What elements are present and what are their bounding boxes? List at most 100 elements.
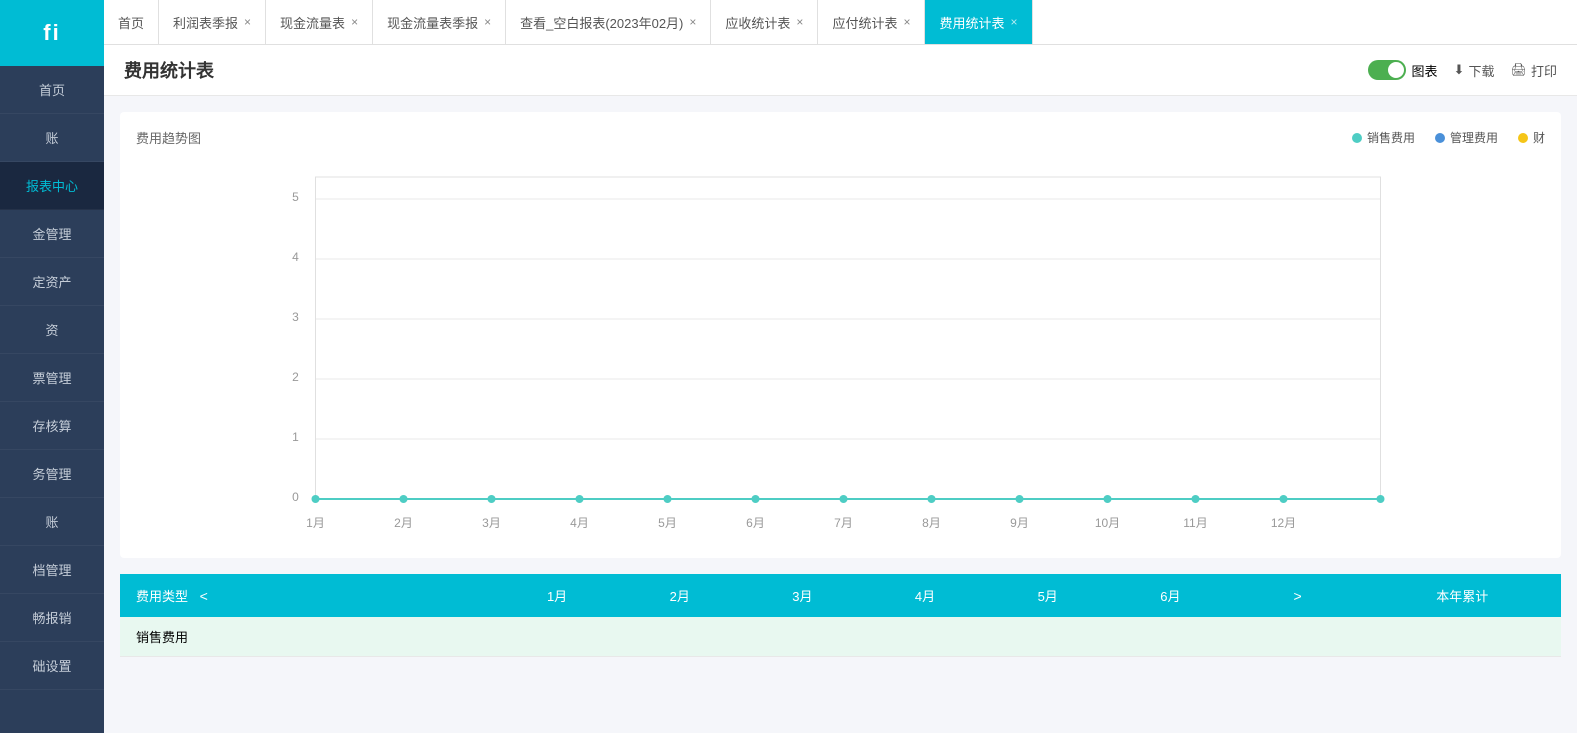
col-header-type: 费用类型 <: [120, 574, 496, 617]
print-button[interactable]: 🖨 打印: [1510, 61, 1557, 80]
sidebar-item-archive[interactable]: 档管理: [0, 546, 104, 594]
prev-arrow[interactable]: <: [192, 588, 216, 604]
chart-toggle-label: 图表: [1412, 61, 1438, 80]
download-label: 下载: [1468, 61, 1494, 80]
row-m2-sales: [618, 617, 741, 657]
legend-label-sales: 销售费用: [1367, 129, 1415, 146]
chart-container: 5 4 3 2 1 0: [136, 159, 1545, 542]
sidebar-item-settings[interactable]: 础设置: [0, 642, 104, 690]
row-next-sales: [1232, 617, 1364, 657]
col-header-m3: 3月: [741, 574, 864, 617]
tab-expense-stats[interactable]: 费用统计表 ×: [925, 0, 1032, 44]
page-header: 费用统计表 图表 ⬇ 下载 🖨 打印: [104, 45, 1577, 96]
legend-label-mgmt: 管理费用: [1450, 129, 1498, 146]
svg-text:4月: 4月: [570, 516, 589, 530]
tab-close-cashflow[interactable]: ×: [351, 15, 358, 29]
print-icon: 🖨: [1510, 62, 1527, 78]
legend-dot-mgmt: [1435, 133, 1445, 143]
tab-blank-report[interactable]: 查看_空白报表(2023年02月) ×: [506, 0, 711, 44]
svg-text:7月: 7月: [834, 516, 853, 530]
header-actions: 图表 ⬇ 下载 🖨 打印: [1368, 60, 1557, 80]
row-m1-sales: [496, 617, 619, 657]
sidebar-item-account[interactable]: 账: [0, 114, 104, 162]
svg-text:3月: 3月: [482, 516, 501, 530]
svg-text:5: 5: [292, 190, 299, 204]
chart-legend: 销售费用 管理费用 财: [1352, 129, 1545, 146]
tab-bar: 首页 利润表季报 × 现金流量表 × 现金流量表季报 × 查看_空白报表(202…: [104, 0, 1577, 45]
svg-text:2月: 2月: [394, 516, 413, 530]
svg-text:6月: 6月: [746, 516, 765, 530]
legend-mgmt: 管理费用: [1435, 129, 1498, 146]
table-section: 费用类型 < 1月 2月 3月 4月 5月 6月 > 本年累计: [120, 574, 1561, 657]
tab-profit-quarterly[interactable]: 利润表季报 ×: [159, 0, 266, 44]
chart-toggle-wrap: 图表: [1368, 60, 1438, 80]
table-header-row: 费用类型 < 1月 2月 3月 4月 5月 6月 > 本年累计: [120, 574, 1561, 617]
col-header-ytd: 本年累计: [1364, 574, 1561, 617]
download-button[interactable]: ⬇ 下载: [1454, 61, 1495, 80]
page-title: 费用统计表: [124, 57, 214, 83]
legend-dot-sales: [1352, 133, 1362, 143]
tab-home[interactable]: 首页: [104, 0, 159, 44]
line-chart: 5 4 3 2 1 0: [136, 159, 1545, 539]
svg-text:5月: 5月: [658, 516, 677, 530]
col-header-m1: 1月: [496, 574, 619, 617]
svg-text:12月: 12月: [1271, 516, 1296, 530]
svg-text:3: 3: [292, 310, 299, 324]
chart-title: 费用趋势图: [136, 128, 201, 147]
row-m6-sales: [1109, 617, 1232, 657]
row-m4-sales: [864, 617, 987, 657]
row-m3-sales: [741, 617, 864, 657]
sidebar-item-invoice[interactable]: 票管理: [0, 354, 104, 402]
sidebar: fi 首页 账 报表中心 金管理 定资产 资 票管理 存核算 务管理 账 档管理…: [0, 0, 104, 733]
tab-close-cashflow-quarterly[interactable]: ×: [484, 15, 491, 29]
legend-sales: 销售费用: [1352, 129, 1415, 146]
svg-text:8月: 8月: [922, 516, 941, 530]
main-area: 首页 利润表季报 × 现金流量表 × 现金流量表季报 × 查看_空白报表(202…: [104, 0, 1577, 733]
tab-close-receivable[interactable]: ×: [796, 15, 803, 29]
tab-close-payable[interactable]: ×: [903, 15, 910, 29]
sidebar-item-expense[interactable]: 畅报销: [0, 594, 104, 642]
col-header-m6: 6月: [1109, 574, 1232, 617]
svg-text:4: 4: [292, 250, 299, 264]
tab-close-blank-report[interactable]: ×: [689, 15, 696, 29]
sidebar-item-fund-mgmt[interactable]: 金管理: [0, 210, 104, 258]
sidebar-item-ledger[interactable]: 账: [0, 498, 104, 546]
col-header-m5: 5月: [986, 574, 1109, 617]
next-arrow[interactable]: >: [1286, 588, 1310, 604]
tab-payable[interactable]: 应付统计表 ×: [818, 0, 925, 44]
svg-text:1: 1: [292, 430, 299, 444]
row-m5-sales: [986, 617, 1109, 657]
sidebar-item-business[interactable]: 务管理: [0, 450, 104, 498]
svg-text:11月: 11月: [1183, 516, 1207, 530]
col-header-next: >: [1232, 574, 1364, 617]
svg-text:0: 0: [292, 490, 299, 504]
tab-cashflow-quarterly[interactable]: 现金流量表季报 ×: [373, 0, 506, 44]
svg-text:1月: 1月: [306, 516, 325, 530]
download-icon: ⬇: [1454, 62, 1465, 78]
tab-close-expense-stats[interactable]: ×: [1010, 15, 1017, 29]
tab-receivable[interactable]: 应收统计表 ×: [711, 0, 818, 44]
sidebar-logo: fi: [0, 0, 104, 66]
col-header-m4: 4月: [864, 574, 987, 617]
svg-text:2: 2: [292, 370, 299, 384]
tab-close-profit-quarterly[interactable]: ×: [244, 15, 251, 29]
col-header-m2: 2月: [618, 574, 741, 617]
sidebar-item-home[interactable]: 首页: [0, 66, 104, 114]
chart-header: 费用趋势图 销售费用 管理费用 财: [136, 128, 1545, 147]
legend-dot-finance: [1518, 133, 1528, 143]
sidebar-item-fixed-assets[interactable]: 定资产: [0, 258, 104, 306]
row-ytd-sales: [1364, 617, 1561, 657]
tab-cashflow[interactable]: 现金流量表 ×: [266, 0, 373, 44]
svg-text:10月: 10月: [1095, 516, 1120, 530]
chart-section: 费用趋势图 销售费用 管理费用 财: [120, 112, 1561, 558]
print-label: 打印: [1531, 61, 1557, 80]
legend-label-finance: 财: [1533, 129, 1545, 146]
chart-toggle[interactable]: [1368, 60, 1406, 80]
table-row-sales: 销售费用: [120, 617, 1561, 657]
svg-text:9月: 9月: [1010, 516, 1029, 530]
page-content: 费用统计表 图表 ⬇ 下载 🖨 打印 费用趋势图: [104, 45, 1577, 733]
sidebar-item-report-center[interactable]: 报表中心: [0, 162, 104, 210]
sidebar-item-inventory[interactable]: 存核算: [0, 402, 104, 450]
sidebar-item-salary[interactable]: 资: [0, 306, 104, 354]
row-type-sales: 销售费用: [120, 617, 496, 657]
